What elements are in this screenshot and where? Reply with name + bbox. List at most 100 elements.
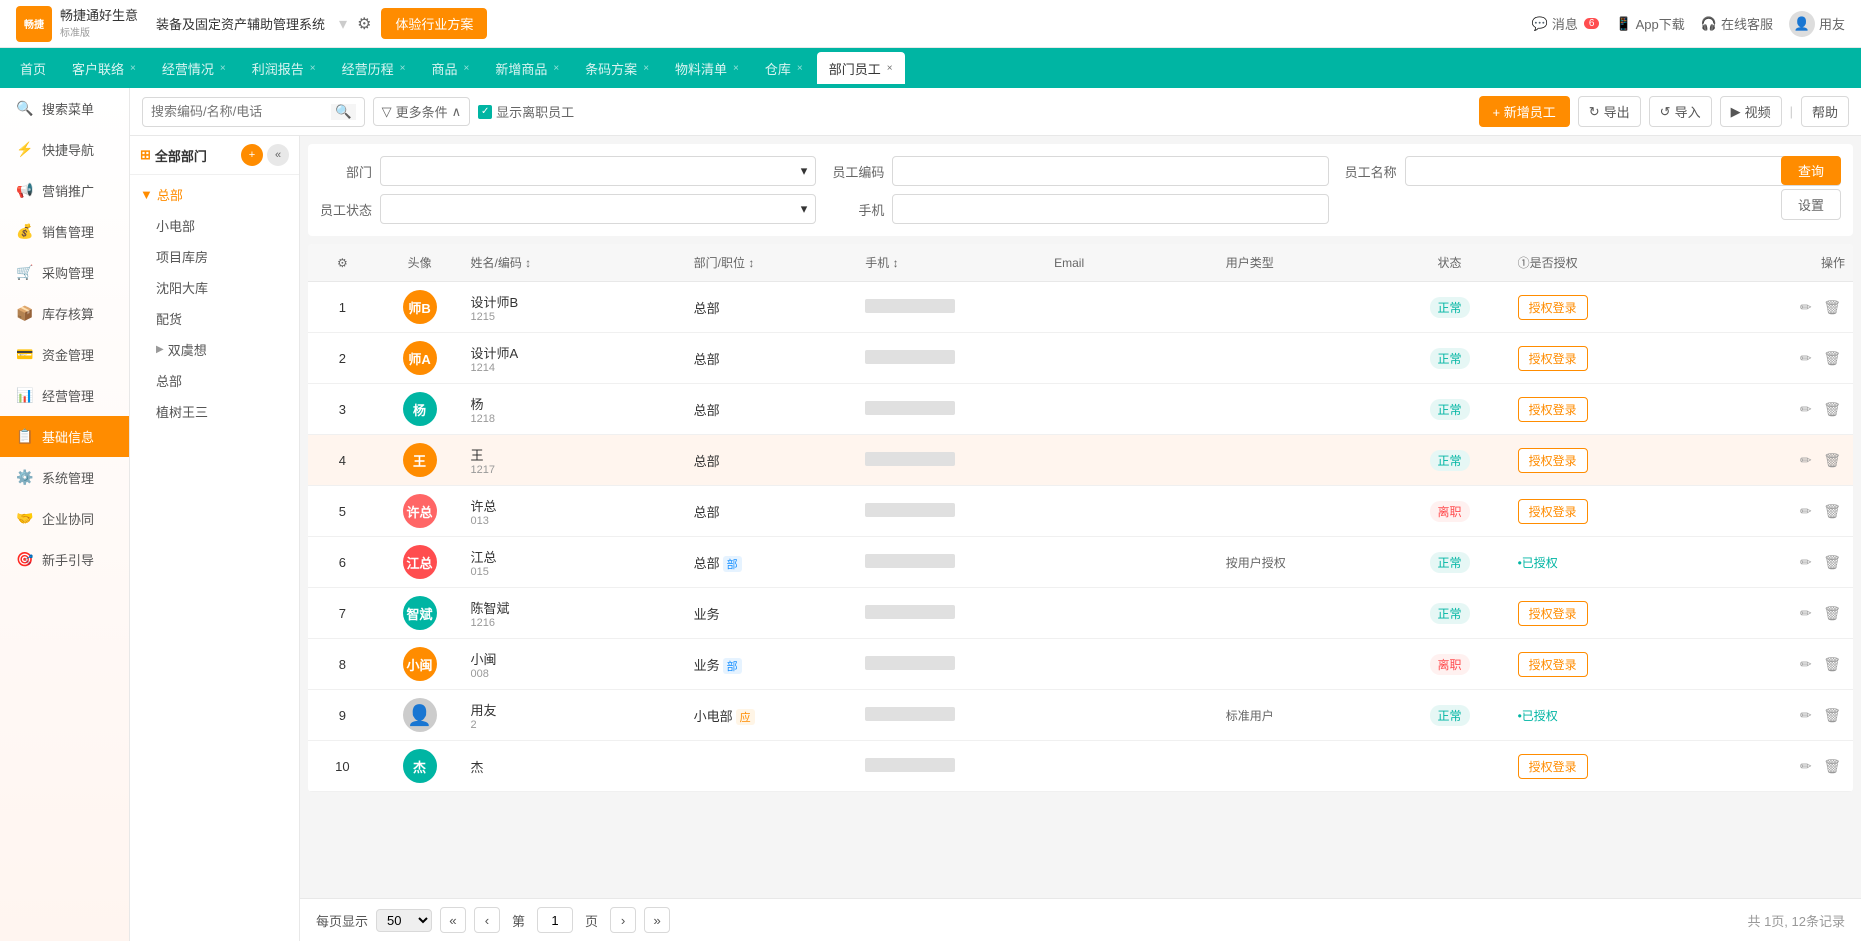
tab-department[interactable]: 部门员工 × <box>817 52 905 84</box>
sidebar-item-purchase[interactable]: 🛒 采购管理 <box>0 252 129 293</box>
app-download-action[interactable]: 📱 App下载 <box>1615 14 1684 33</box>
status-filter-select[interactable]: ▾ <box>380 194 816 224</box>
add-dept-button[interactable]: + <box>241 144 263 166</box>
tab-goods[interactable]: 商品 × <box>419 52 481 84</box>
sidebar-item-system[interactable]: ⚙️ 系统管理 <box>0 457 129 498</box>
page-number-input[interactable] <box>537 907 573 933</box>
edit-button[interactable]: ✏ <box>1796 348 1816 369</box>
employee-name-input[interactable] <box>1405 156 1841 186</box>
show-resigned-toggle[interactable]: ✓ 显示离职员工 <box>478 102 574 121</box>
sidebar-item-search[interactable]: 🔍 搜索菜单 <box>0 88 129 129</box>
tab-barcode[interactable]: 条码方案 × <box>573 52 661 84</box>
edit-button[interactable]: ✏ <box>1796 552 1816 573</box>
sidebar-item-finance[interactable]: 💳 资金管理 <box>0 334 129 375</box>
dept-node-shuangyuxiang[interactable]: ▶ 双虞想 <box>146 334 299 365</box>
delete-button[interactable]: 🗑 <box>1819 297 1845 318</box>
add-employee-button[interactable]: + 新增员工 <box>1479 96 1570 127</box>
search-button[interactable]: 🔍 <box>331 104 356 120</box>
close-icon[interactable]: × <box>463 63 469 74</box>
delete-button[interactable]: 🗑 <box>1819 756 1845 777</box>
tab-warehouse[interactable]: 仓库 × <box>753 52 815 84</box>
authorize-button[interactable]: 授权登录 <box>1518 448 1588 473</box>
dept-node-project[interactable]: 项目库房 <box>146 241 299 272</box>
delete-button[interactable]: 🗑 <box>1819 552 1845 573</box>
sidebar-item-guide[interactable]: 🎯 新手引导 <box>0 539 129 580</box>
authorize-button[interactable]: 授权登录 <box>1518 601 1588 626</box>
close-icon[interactable]: × <box>310 63 316 74</box>
tab-operation[interactable]: 经营情况 × <box>150 52 238 84</box>
collapse-dept-button[interactable]: « <box>267 144 289 166</box>
tab-profit[interactable]: 利润报告 × <box>240 52 328 84</box>
next-page-button[interactable]: › <box>610 907 636 933</box>
close-icon[interactable]: × <box>887 63 893 74</box>
th-name[interactable]: 姓名/编码 ↕ <box>462 244 685 282</box>
import-button[interactable]: ↺ 导入 <box>1649 96 1712 127</box>
sidebar-item-marketing[interactable]: 📢 营销推广 <box>0 170 129 211</box>
experience-button[interactable]: 体验行业方案 <box>381 8 487 39</box>
th-dept[interactable]: 部门/职位 ↕ <box>686 244 858 282</box>
edit-button[interactable]: ✏ <box>1796 450 1816 471</box>
tab-history[interactable]: 经营历程 × <box>330 52 418 84</box>
delete-button[interactable]: 🗑 <box>1819 348 1845 369</box>
authorize-button[interactable]: 授权登录 <box>1518 397 1588 422</box>
delete-button[interactable]: 🗑 <box>1819 450 1845 471</box>
dropdown-arrow-icon[interactable]: ▾ <box>339 14 347 34</box>
edit-button[interactable]: ✏ <box>1796 756 1816 777</box>
dept-node-root[interactable]: ▼ 总部 <box>130 179 299 210</box>
sidebar-item-basic-info[interactable]: 📋 基础信息 <box>0 416 129 457</box>
user-action[interactable]: 👤 用友 <box>1789 11 1845 37</box>
dept-filter-select[interactable]: ▾ <box>380 156 816 186</box>
online-service-action[interactable]: 🎧 在线客服 <box>1701 14 1773 33</box>
authorize-button[interactable]: 授权登录 <box>1518 754 1588 779</box>
close-icon[interactable]: × <box>130 63 136 74</box>
edit-button[interactable]: ✏ <box>1796 603 1816 624</box>
sidebar-item-inventory[interactable]: 📦 库存核算 <box>0 293 129 334</box>
delete-button[interactable]: 🗑 <box>1819 501 1845 522</box>
close-icon[interactable]: × <box>553 63 559 74</box>
edit-button[interactable]: ✏ <box>1796 705 1816 726</box>
first-page-button[interactable]: « <box>440 907 466 933</box>
tab-customer[interactable]: 客户联络 × <box>60 52 148 84</box>
tab-add-goods[interactable]: 新增商品 × <box>483 52 571 84</box>
message-action[interactable]: 💬 消息 6 <box>1532 14 1600 33</box>
more-filter-button[interactable]: ▽ 更多条件 ∧ <box>373 97 471 126</box>
delete-button[interactable]: 🗑 <box>1819 603 1845 624</box>
th-phone[interactable]: 手机 ↕ <box>857 244 1046 282</box>
sidebar-item-shortcuts[interactable]: ⚡ 快捷导航 <box>0 129 129 170</box>
authorize-button[interactable]: 授权登录 <box>1518 295 1588 320</box>
authorize-button[interactable]: 授权登录 <box>1518 346 1588 371</box>
delete-button[interactable]: 🗑 <box>1819 654 1845 675</box>
dept-node-shenyang[interactable]: 沈阳大库 <box>146 272 299 303</box>
edit-button[interactable]: ✏ <box>1796 501 1816 522</box>
sidebar-item-cooperation[interactable]: 🤝 企业协同 <box>0 498 129 539</box>
export-button[interactable]: ↻ 导出 <box>1578 96 1641 127</box>
last-page-button[interactable]: » <box>644 907 670 933</box>
authorize-button[interactable]: 授权登录 <box>1518 652 1588 677</box>
authorize-button[interactable]: 授权登录 <box>1518 499 1588 524</box>
sidebar-item-business[interactable]: 📊 经营管理 <box>0 375 129 416</box>
delete-button[interactable]: 🗑 <box>1819 705 1845 726</box>
tab-bom[interactable]: 物料清单 × <box>663 52 751 84</box>
close-icon[interactable]: × <box>400 63 406 74</box>
edit-button[interactable]: ✏ <box>1796 399 1816 420</box>
th-settings[interactable]: ⚙ <box>308 244 377 282</box>
tab-home[interactable]: 首页 <box>8 52 58 84</box>
close-icon[interactable]: × <box>733 63 739 74</box>
employee-code-input[interactable] <box>892 156 1328 186</box>
phone-filter-input[interactable] <box>892 194 1328 224</box>
delete-button[interactable]: 🗑 <box>1819 399 1845 420</box>
close-icon[interactable]: × <box>797 63 803 74</box>
video-button[interactable]: ▶ 视频 <box>1720 96 1782 127</box>
set-filter-button[interactable]: 设置 <box>1781 189 1841 220</box>
help-button[interactable]: 帮助 <box>1801 96 1849 127</box>
edit-button[interactable]: ✏ <box>1796 654 1816 675</box>
close-icon[interactable]: × <box>643 63 649 74</box>
dept-node-zongbu[interactable]: 总部 <box>146 365 299 396</box>
search-filter-button[interactable]: 查询 <box>1781 156 1841 185</box>
close-icon[interactable]: × <box>220 63 226 74</box>
page-size-select[interactable]: 50 100 200 <box>376 909 432 932</box>
settings-icon[interactable]: ⚙ <box>357 14 371 34</box>
search-input[interactable] <box>151 104 331 119</box>
dept-node-zhishu[interactable]: 植树王三 <box>146 396 299 427</box>
edit-button[interactable]: ✏ <box>1796 297 1816 318</box>
